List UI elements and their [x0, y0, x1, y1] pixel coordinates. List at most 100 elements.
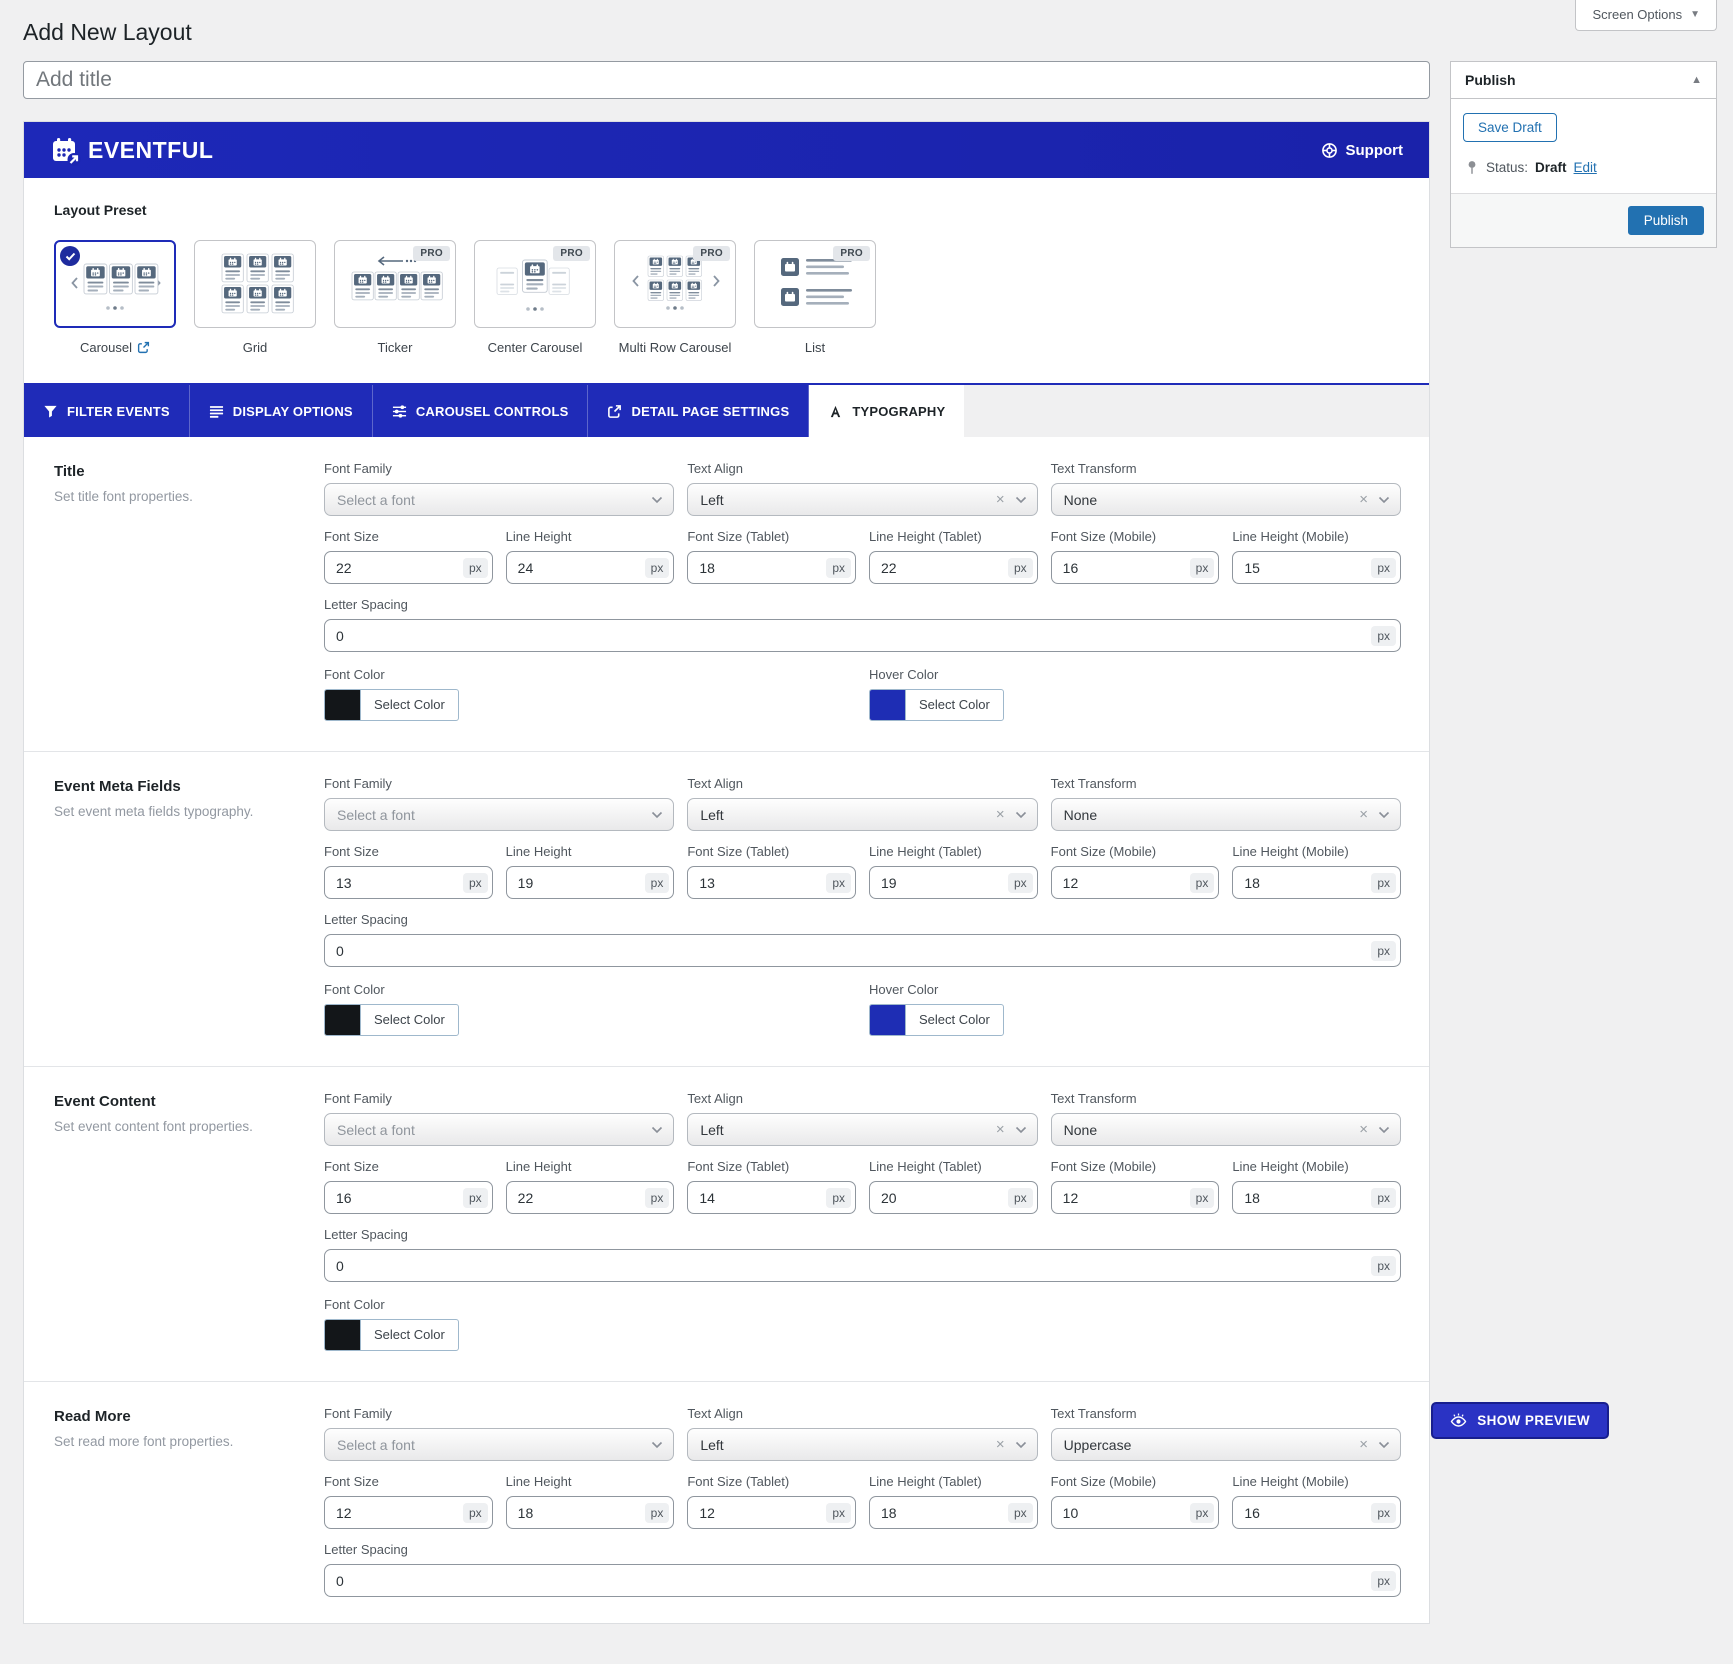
field-label: Font Size — [324, 1474, 379, 1489]
tab-typography[interactable]: TYPOGRAPHY — [809, 385, 965, 437]
field-label: Font Size — [324, 529, 379, 544]
letter-spacing-input[interactable] — [324, 619, 1401, 652]
preset-thumbnail — [71, 263, 161, 310]
px-unit: px — [644, 557, 670, 578]
px-unit: px — [1007, 1502, 1033, 1523]
tab-display-options[interactable]: DISPLAY OPTIONS — [189, 385, 373, 437]
layout-preset-grid[interactable]: Grid — [194, 240, 316, 355]
hover-color-picker[interactable]: Select Color — [869, 689, 1004, 721]
text-align-select[interactable]: Left × — [687, 1113, 1038, 1146]
field-label: Font Size (Tablet) — [687, 1159, 790, 1174]
publish-box-header[interactable]: Publish ▲ — [1451, 62, 1716, 99]
letter-spacing-input[interactable] — [324, 1564, 1401, 1597]
preset-thumbnail — [351, 256, 443, 301]
font-color-picker[interactable]: Select Color — [324, 689, 459, 721]
content-row: EVENTFUL Support — [23, 61, 1717, 1624]
chevron-down-icon — [652, 496, 663, 503]
edit-status-link[interactable]: Edit — [1574, 160, 1597, 175]
font-family-select[interactable]: Select a font — [324, 1113, 675, 1146]
selected-check-icon — [60, 246, 80, 266]
field-label: Line Height (Mobile) — [1232, 1474, 1349, 1489]
layout-preset-ticker[interactable]: PRO Ticker — [334, 240, 456, 355]
preset-card — [194, 240, 316, 328]
tab-filter-events[interactable]: FILTER EVENTS — [24, 385, 190, 437]
hover-color-swatch — [870, 1005, 906, 1035]
sliders-icon — [392, 404, 406, 418]
tab-label: FILTER EVENTS — [67, 403, 170, 419]
layout-preset-carousel[interactable]: Carousel — [54, 240, 176, 355]
text-transform-select[interactable]: None × — [1050, 483, 1401, 516]
section-title: Read More — [54, 1408, 131, 1425]
show-preview-button[interactable]: SHOW PREVIEW — [1431, 1402, 1609, 1439]
title-input[interactable] — [23, 61, 1430, 99]
font-color-swatch — [325, 690, 361, 720]
calendar-arrow-icon — [53, 137, 81, 166]
px-unit: px — [1189, 557, 1215, 578]
font-color-swatch — [325, 1320, 361, 1350]
text-align-select[interactable]: Left × — [687, 798, 1038, 831]
preset-card: PRO — [334, 240, 456, 328]
status-label: Status: — [1486, 160, 1529, 175]
clear-icon[interactable]: × — [1359, 807, 1368, 822]
chevron-down-icon — [1015, 496, 1026, 503]
clear-icon[interactable]: × — [1359, 492, 1368, 507]
px-unit: px — [1371, 557, 1396, 578]
clear-icon[interactable]: × — [996, 1122, 1005, 1137]
font-family-select[interactable]: Select a font — [324, 483, 675, 516]
font-color-picker[interactable]: Select Color — [324, 1004, 459, 1036]
font-family-select[interactable]: Select a font — [324, 1428, 675, 1461]
field-label: Hover Color — [869, 982, 939, 997]
px-unit: px — [462, 1187, 488, 1208]
tab-label: CAROUSEL CONTROLS — [415, 403, 569, 419]
clear-icon[interactable]: × — [996, 492, 1005, 507]
px-unit: px — [826, 1187, 851, 1208]
screen-options-button[interactable]: Screen Options ▼ — [1575, 0, 1717, 31]
field-label: Text Align — [687, 1406, 743, 1421]
preset-card: PRO — [754, 240, 876, 328]
text-align-select[interactable]: Left × — [687, 483, 1038, 516]
font-color-picker[interactable]: Select Color — [324, 1319, 459, 1351]
clear-icon[interactable]: × — [1359, 1122, 1368, 1137]
show-preview-label: SHOW PREVIEW — [1477, 1413, 1590, 1428]
field-label: Letter Spacing — [324, 912, 408, 927]
field-label: Line Height — [505, 844, 572, 859]
layout-preset-multi-row-carousel[interactable]: PRO Multi Row Carousel — [614, 240, 736, 355]
support-link[interactable]: Support — [1321, 142, 1403, 159]
preset-thumbnail — [781, 258, 852, 306]
px-unit: px — [644, 872, 670, 893]
save-draft-button[interactable]: Save Draft — [1463, 113, 1557, 142]
clear-icon[interactable]: × — [1359, 1437, 1368, 1452]
field-label: Text Transform — [1050, 776, 1137, 791]
px-unit: px — [462, 557, 488, 578]
preset-label: Grid — [242, 340, 268, 355]
field-label: Line Height — [505, 1474, 572, 1489]
letter-spacing-input[interactable] — [324, 934, 1401, 967]
text-transform-select[interactable]: None × — [1050, 798, 1401, 831]
publish-box-body: Save Draft Status: Draft Edit — [1451, 99, 1716, 193]
field-label: Font Size (Mobile) — [1050, 844, 1157, 859]
text-transform-select[interactable]: None × — [1050, 1113, 1401, 1146]
layout-preset-list[interactable]: PRO List — [754, 240, 876, 355]
tab-label: TYPOGRAPHY — [852, 403, 946, 419]
px-unit: px — [1371, 625, 1396, 646]
font-family-select[interactable]: Select a font — [324, 798, 675, 831]
letter-spacing-input[interactable] — [324, 1249, 1401, 1282]
tab-detail-page-settings[interactable]: DETAIL PAGE SETTINGS — [588, 385, 810, 437]
tab-carousel-controls[interactable]: CAROUSEL CONTROLS — [372, 385, 589, 437]
clear-icon[interactable]: × — [996, 1437, 1005, 1452]
eventful-panel: EVENTFUL Support Layout Preset Carousel … — [23, 121, 1430, 1624]
publish-button[interactable]: Publish — [1627, 206, 1704, 235]
wp-admin-page: Screen Options ▼ Add New Layout Add titl… — [0, 0, 1733, 1664]
preset-card — [54, 240, 176, 328]
field-label: Text Transform — [1050, 1091, 1137, 1106]
filter-icon — [44, 405, 57, 417]
collapse-icon[interactable]: ▲ — [1691, 74, 1702, 86]
section-description: Set title font properties. — [54, 489, 193, 504]
clear-icon[interactable]: × — [996, 807, 1005, 822]
text-transform-select[interactable]: Uppercase × — [1050, 1428, 1401, 1461]
text-align-select[interactable]: Left × — [687, 1428, 1038, 1461]
section-title: Event Meta Fields — [54, 778, 181, 795]
layout-preset-center-carousel[interactable]: PRO Center Carousel — [474, 240, 596, 355]
field-label: Font Color — [324, 667, 385, 682]
hover-color-picker[interactable]: Select Color — [869, 1004, 1004, 1036]
